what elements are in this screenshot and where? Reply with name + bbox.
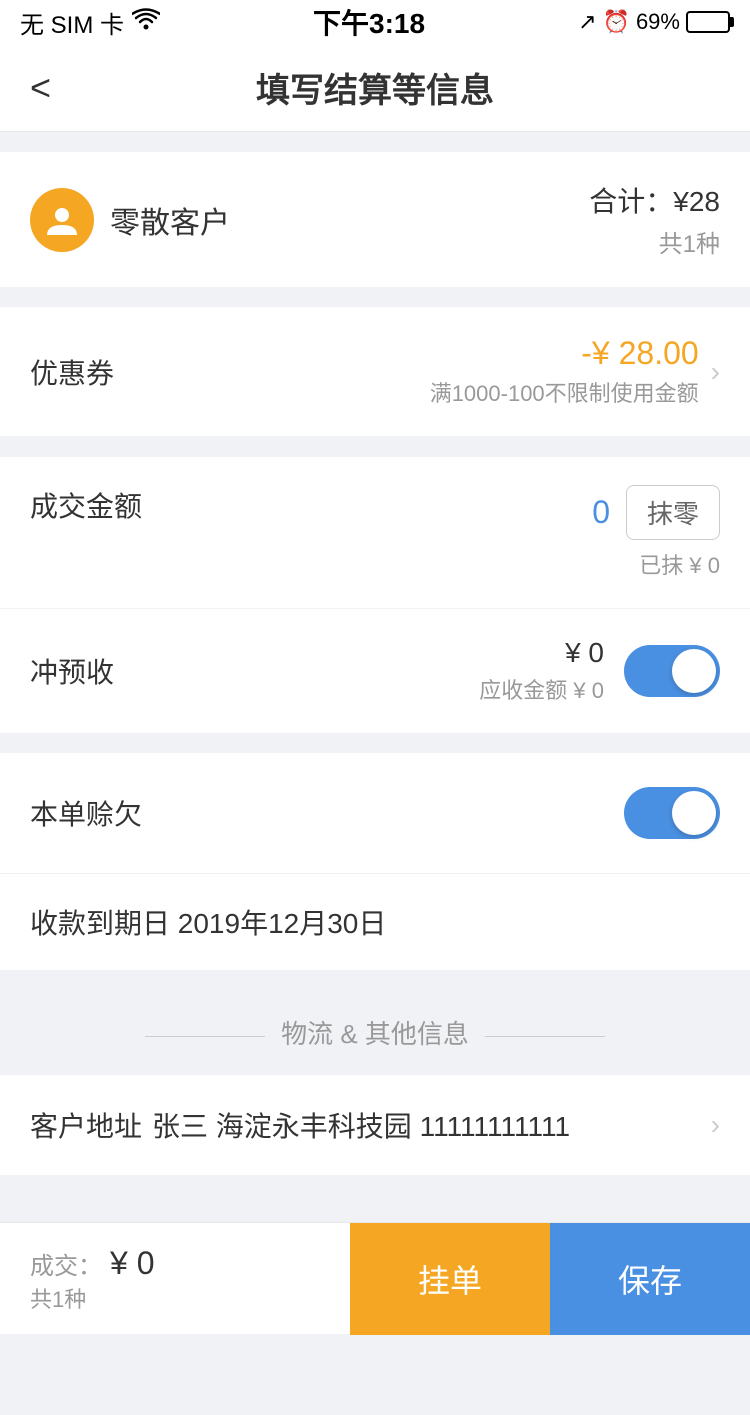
status-right: ↗ ⏰ 69% xyxy=(578,9,730,35)
prepay-amounts: ¥ 0 应收金额 ¥ 0 xyxy=(479,637,604,705)
due-date-row: 收款到期日 2019年12月30日 xyxy=(0,873,750,970)
coupon-row[interactable]: 优惠券 -¥ 28.00 满1000-100不限制使用金额 › xyxy=(0,307,750,436)
total-count: 共1种 xyxy=(589,224,720,259)
prepay-right: ¥ 0 应收金额 ¥ 0 xyxy=(479,637,720,705)
deal-amount-label: 成交金额 xyxy=(30,485,142,525)
coupon-right: -¥ 28.00 满1000-100不限制使用金额 › xyxy=(430,335,720,408)
address-label: 客户地址 xyxy=(30,1105,142,1145)
nav-bar: < 填写结算等信息 xyxy=(0,44,750,132)
prepay-main-amount: ¥ 0 xyxy=(479,637,604,669)
already-rounded: 已抹 ¥ 0 xyxy=(639,548,720,580)
debt-toggle[interactable] xyxy=(624,787,720,839)
deal-right: 0 抹零 已抹 ¥ 0 xyxy=(592,485,720,580)
customer-name: 零散客户 xyxy=(110,198,230,242)
deal-amount-top: 0 抹零 xyxy=(592,485,720,540)
coupon-amount: -¥ 28.00 xyxy=(430,335,699,372)
customer-avatar xyxy=(30,188,94,252)
debt-label: 本单赊欠 xyxy=(30,793,142,833)
customer-left: 零散客户 xyxy=(30,188,230,252)
address-row[interactable]: 客户地址 张三 海淀永丰科技园 11111111111 › xyxy=(0,1075,750,1175)
deal-amount-row: 成交金额 0 抹零 已抹 ¥ 0 xyxy=(0,456,750,608)
debt-section: 本单赊欠 收款到期日 2019年12月30日 xyxy=(0,753,750,970)
page-title: 填写结算等信息 xyxy=(256,63,494,112)
prepay-toggle[interactable] xyxy=(624,645,720,697)
coupon-section: 优惠券 -¥ 28.00 满1000-100不限制使用金额 › xyxy=(0,307,750,436)
customer-section: 零散客户 合计：¥28 共1种 xyxy=(0,152,750,287)
customer-row: 零散客户 合计：¥28 共1种 xyxy=(0,152,750,287)
address-value: 张三 海淀永丰科技园 11111111111 xyxy=(152,1105,701,1145)
logistics-header-text: 物流 & 其他信息 xyxy=(129,1014,621,1051)
back-button[interactable]: < xyxy=(30,57,61,119)
location-icon: ↗ xyxy=(578,9,596,35)
debt-toggle-knob xyxy=(672,791,716,835)
toggle-knob xyxy=(672,649,716,693)
bottom-bar: 成交： ¥ 0 共1种 挂单 保存 xyxy=(0,1222,750,1334)
bottom-deal-info: 成交： ¥ 0 共1种 xyxy=(0,1243,350,1314)
wifi-icon xyxy=(132,8,160,37)
battery-percent: 69% xyxy=(636,9,680,35)
section-divider-2 xyxy=(0,287,750,307)
total-amount: 合计：¥28 xyxy=(589,180,720,220)
chevron-right-icon: › xyxy=(711,356,720,388)
save-button[interactable]: 保存 xyxy=(550,1223,750,1335)
status-bar: 无 SIM 卡 下午3:18 ↗ ⏰ 69% xyxy=(0,0,750,44)
customer-right: 合计：¥28 共1种 xyxy=(589,180,720,259)
logistics-header: 物流 & 其他信息 xyxy=(0,990,750,1075)
address-section: 客户地址 张三 海淀永丰科技园 11111111111 › xyxy=(0,1075,750,1175)
prepay-row: 冲预收 ¥ 0 应收金额 ¥ 0 xyxy=(0,608,750,733)
coupon-content: -¥ 28.00 满1000-100不限制使用金额 xyxy=(430,335,699,408)
section-divider-5 xyxy=(0,970,750,990)
round-off-button[interactable]: 抹零 xyxy=(626,485,720,540)
deal-section: 成交金额 0 抹零 已抹 ¥ 0 冲预收 ¥ 0 应收金额 ¥ 0 xyxy=(0,456,750,733)
section-divider-3 xyxy=(0,436,750,456)
bottom-deal-count: 共1种 xyxy=(30,1282,320,1314)
due-date-text: 收款到期日 2019年12月30日 xyxy=(30,908,386,939)
carrier-text: 无 SIM 卡 xyxy=(20,5,124,40)
section-divider-1 xyxy=(0,132,750,152)
debt-row: 本单赊欠 xyxy=(0,753,750,873)
address-chevron-icon: › xyxy=(711,1109,720,1141)
prepay-label: 冲预收 xyxy=(30,651,114,691)
status-left: 无 SIM 卡 xyxy=(20,5,160,40)
prepay-sub-amount: 应收金额 ¥ 0 xyxy=(479,673,604,705)
section-divider-4 xyxy=(0,733,750,753)
battery-icon xyxy=(686,11,730,33)
coupon-label: 优惠券 xyxy=(30,352,114,392)
bottom-deal-label: 成交： xyxy=(30,1246,102,1281)
hang-button[interactable]: 挂单 xyxy=(350,1223,550,1335)
bottom-deal-amount: ¥ 0 xyxy=(110,1245,154,1282)
coupon-desc: 满1000-100不限制使用金额 xyxy=(430,376,699,408)
status-time: 下午3:18 xyxy=(313,2,425,42)
deal-value[interactable]: 0 xyxy=(592,494,610,531)
alarm-icon: ⏰ xyxy=(603,9,630,35)
